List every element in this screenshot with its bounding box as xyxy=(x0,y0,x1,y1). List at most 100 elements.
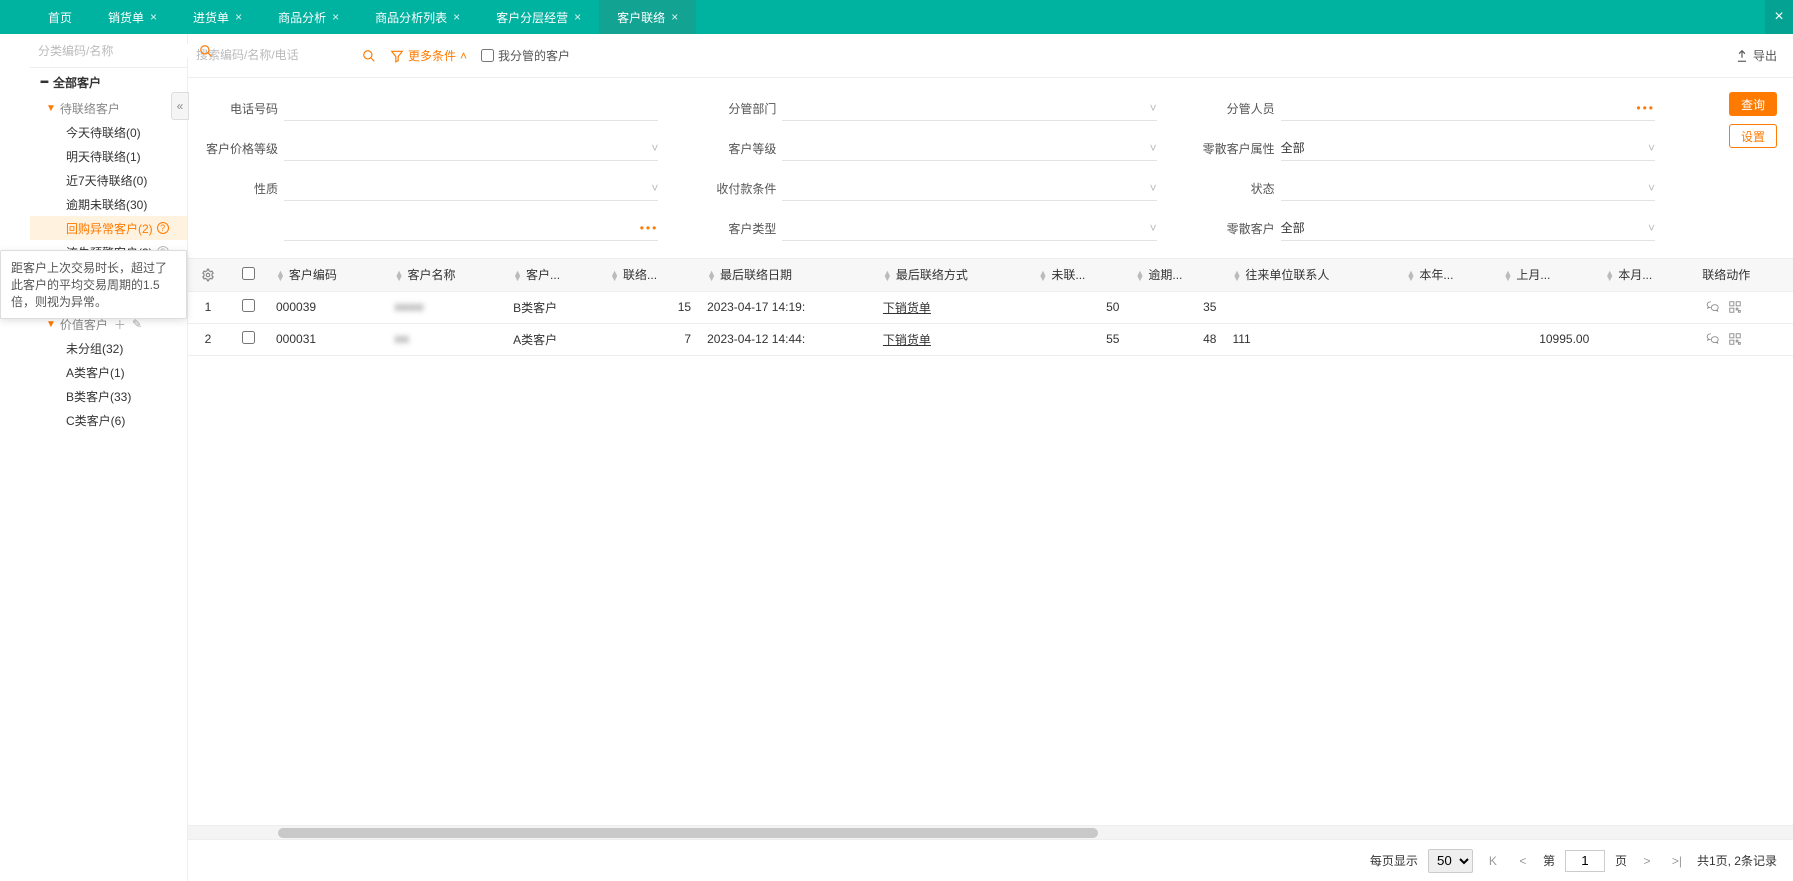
filter-input[interactable]: ˅ xyxy=(1281,175,1655,201)
sidebar-search xyxy=(30,34,187,68)
column-header[interactable]: ▲▼联络... xyxy=(602,259,699,291)
edit-icon[interactable]: ✎ xyxy=(132,317,142,331)
toolbar: 更多条件 ˄ 我分管的客户 导出 xyxy=(188,34,1793,78)
filter-input[interactable]: ˅ xyxy=(782,135,1156,161)
cell-last-month: 10995.00 xyxy=(1495,323,1597,355)
column-header[interactable]: ▲▼本年... xyxy=(1398,259,1495,291)
column-header[interactable]: ▲▼最后联络日期 xyxy=(699,259,875,291)
sidebar-item-7days[interactable]: 近7天待联络(0) xyxy=(30,168,187,192)
tab-purchase-order[interactable]: 进货单× xyxy=(175,0,260,34)
wechat-icon[interactable] xyxy=(1706,300,1720,314)
column-header[interactable]: ▲▼逾期... xyxy=(1127,259,1224,291)
filter-input[interactable]: ••• xyxy=(284,215,658,241)
column-header[interactable]: 联络动作 xyxy=(1694,259,1793,291)
customer-table: ▲▼客户编码▲▼客户名称▲▼客户...▲▼联络...▲▼最后联络日期▲▼最后联络… xyxy=(188,259,1793,356)
grid-icon: ▪▪ ▪▪ xyxy=(40,77,47,88)
close-all-button[interactable]: × xyxy=(1765,0,1793,34)
column-header[interactable]: ▲▼未联... xyxy=(1030,259,1127,291)
select-all-checkbox[interactable] xyxy=(228,259,268,291)
close-icon[interactable]: × xyxy=(453,10,460,24)
column-header[interactable]: ▲▼上月... xyxy=(1495,259,1597,291)
filter-panel: 电话号码分管部门˅分管人员•••客户价格等级˅客户等级˅零散客户属性全部˅性质˅… xyxy=(188,78,1793,259)
checkbox[interactable] xyxy=(481,49,494,62)
sort-icon: ▲▼ xyxy=(610,271,619,281)
page-suffix: 页 xyxy=(1615,852,1627,869)
filter-input[interactable]: 全部˅ xyxy=(1281,135,1655,161)
search-icon[interactable] xyxy=(362,48,376,63)
column-header[interactable]: ▲▼最后联络方式 xyxy=(875,259,1031,291)
close-icon[interactable]: × xyxy=(332,10,339,24)
sort-icon: ▲▼ xyxy=(513,271,522,281)
qr-icon[interactable] xyxy=(1728,332,1742,346)
sidebar-all-customers[interactable]: ▪▪ ▪▪ 全部客户 xyxy=(30,68,187,96)
tab-home[interactable]: 首页 xyxy=(30,0,90,34)
sidebar-item-a[interactable]: A类客户(1) xyxy=(30,360,187,384)
prev-page-button[interactable]: < xyxy=(1513,854,1533,868)
column-header[interactable]: ▲▼往来单位联系人 xyxy=(1224,259,1398,291)
sidebar-search-input[interactable] xyxy=(38,44,193,58)
more-icon[interactable]: ••• xyxy=(640,221,659,235)
sidebar-collapse-button[interactable]: « xyxy=(171,92,189,120)
cell-year xyxy=(1398,323,1495,355)
column-header[interactable]: ▲▼客户编码 xyxy=(268,259,387,291)
next-page-button[interactable]: > xyxy=(1637,854,1657,868)
horizontal-scrollbar[interactable] xyxy=(188,825,1793,839)
tab-customer-tier[interactable]: 客户分层经营× xyxy=(478,0,599,34)
filter-input[interactable]: 全部˅ xyxy=(1281,215,1655,241)
my-customers-checkbox[interactable]: 我分管的客户 xyxy=(481,47,570,64)
table-row[interactable]: 1000039■■■■B类客户152023-04-17 14:19:下销货单50… xyxy=(188,291,1793,323)
sidebar-item-today[interactable]: 今天待联络(0) xyxy=(30,120,187,144)
sidebar-item-repurchase-abnormal[interactable]: 回购异常客户(2)? xyxy=(30,216,187,240)
filter-input[interactable]: ˅ xyxy=(782,175,1156,201)
first-page-button[interactable]: K xyxy=(1483,854,1503,868)
more-filters-toggle[interactable]: 更多条件 ˄ xyxy=(390,47,467,64)
qr-icon[interactable] xyxy=(1728,300,1742,314)
filter-input[interactable] xyxy=(284,95,658,121)
filter-input[interactable]: ˅ xyxy=(782,95,1156,121)
sidebar-item-c[interactable]: C类客户(6) xyxy=(30,408,187,432)
settings-button[interactable]: 设置 xyxy=(1729,124,1777,148)
row-checkbox[interactable] xyxy=(228,291,268,323)
cell-uncontacted: 55 xyxy=(1030,323,1127,355)
sidebar-item-overdue[interactable]: 逾期未联络(30) xyxy=(30,192,187,216)
sidebar-item-b[interactable]: B类客户(33) xyxy=(30,384,187,408)
close-icon[interactable]: × xyxy=(574,10,581,24)
cell-grade: B类客户 xyxy=(505,291,602,323)
export-button[interactable]: 导出 xyxy=(1735,47,1777,64)
row-checkbox[interactable] xyxy=(228,323,268,355)
filter-input[interactable]: ˅ xyxy=(284,175,658,201)
sidebar-group-pending[interactable]: ▼ 待联络客户 xyxy=(30,96,187,120)
column-header[interactable]: ▲▼客户... xyxy=(505,259,602,291)
sort-icon: ▲▼ xyxy=(883,271,892,281)
chevron-down-icon: ˅ xyxy=(1150,141,1157,155)
search-icon[interactable] xyxy=(199,43,213,58)
last-way-link[interactable]: 下销货单 xyxy=(883,333,931,347)
last-way-link[interactable]: 下销货单 xyxy=(883,301,931,315)
column-header[interactable]: ▲▼本月... xyxy=(1597,259,1694,291)
tab-sales-order[interactable]: 销货单× xyxy=(90,0,175,34)
column-header[interactable]: ▲▼客户名称 xyxy=(387,259,506,291)
per-page-select[interactable]: 50 xyxy=(1428,849,1473,873)
sidebar-item-tomorrow[interactable]: 明天待联络(1) xyxy=(30,144,187,168)
query-button[interactable]: 查询 xyxy=(1729,92,1777,116)
help-icon[interactable]: ? xyxy=(157,222,169,234)
close-icon[interactable]: × xyxy=(150,10,157,24)
search-input[interactable] xyxy=(196,48,362,62)
tab-customer-contact[interactable]: 客户联络× xyxy=(599,0,696,34)
table-row[interactable]: 2000031■■A类客户72023-04-12 14:44:下销货单55481… xyxy=(188,323,1793,355)
table-container: ▲▼客户编码▲▼客户名称▲▼客户...▲▼联络...▲▼最后联络日期▲▼最后联络… xyxy=(188,259,1793,881)
filter-input[interactable]: ˅ xyxy=(782,215,1156,241)
tab-product-analysis-list[interactable]: 商品分析列表× xyxy=(357,0,478,34)
tab-product-analysis[interactable]: 商品分析× xyxy=(260,0,357,34)
wechat-icon[interactable] xyxy=(1706,332,1720,346)
sidebar-item-ungrouped[interactable]: 未分组(32) xyxy=(30,336,187,360)
filter-input[interactable]: ˅ xyxy=(284,135,658,161)
table-settings-button[interactable] xyxy=(188,259,228,291)
close-icon[interactable]: × xyxy=(671,10,678,24)
sort-icon: ▲▼ xyxy=(1232,271,1241,281)
last-page-button[interactable]: >| xyxy=(1667,854,1687,868)
page-input[interactable] xyxy=(1565,850,1605,872)
close-icon[interactable]: × xyxy=(235,10,242,24)
filter-input[interactable]: ••• xyxy=(1281,95,1655,121)
more-icon[interactable]: ••• xyxy=(1636,101,1655,115)
